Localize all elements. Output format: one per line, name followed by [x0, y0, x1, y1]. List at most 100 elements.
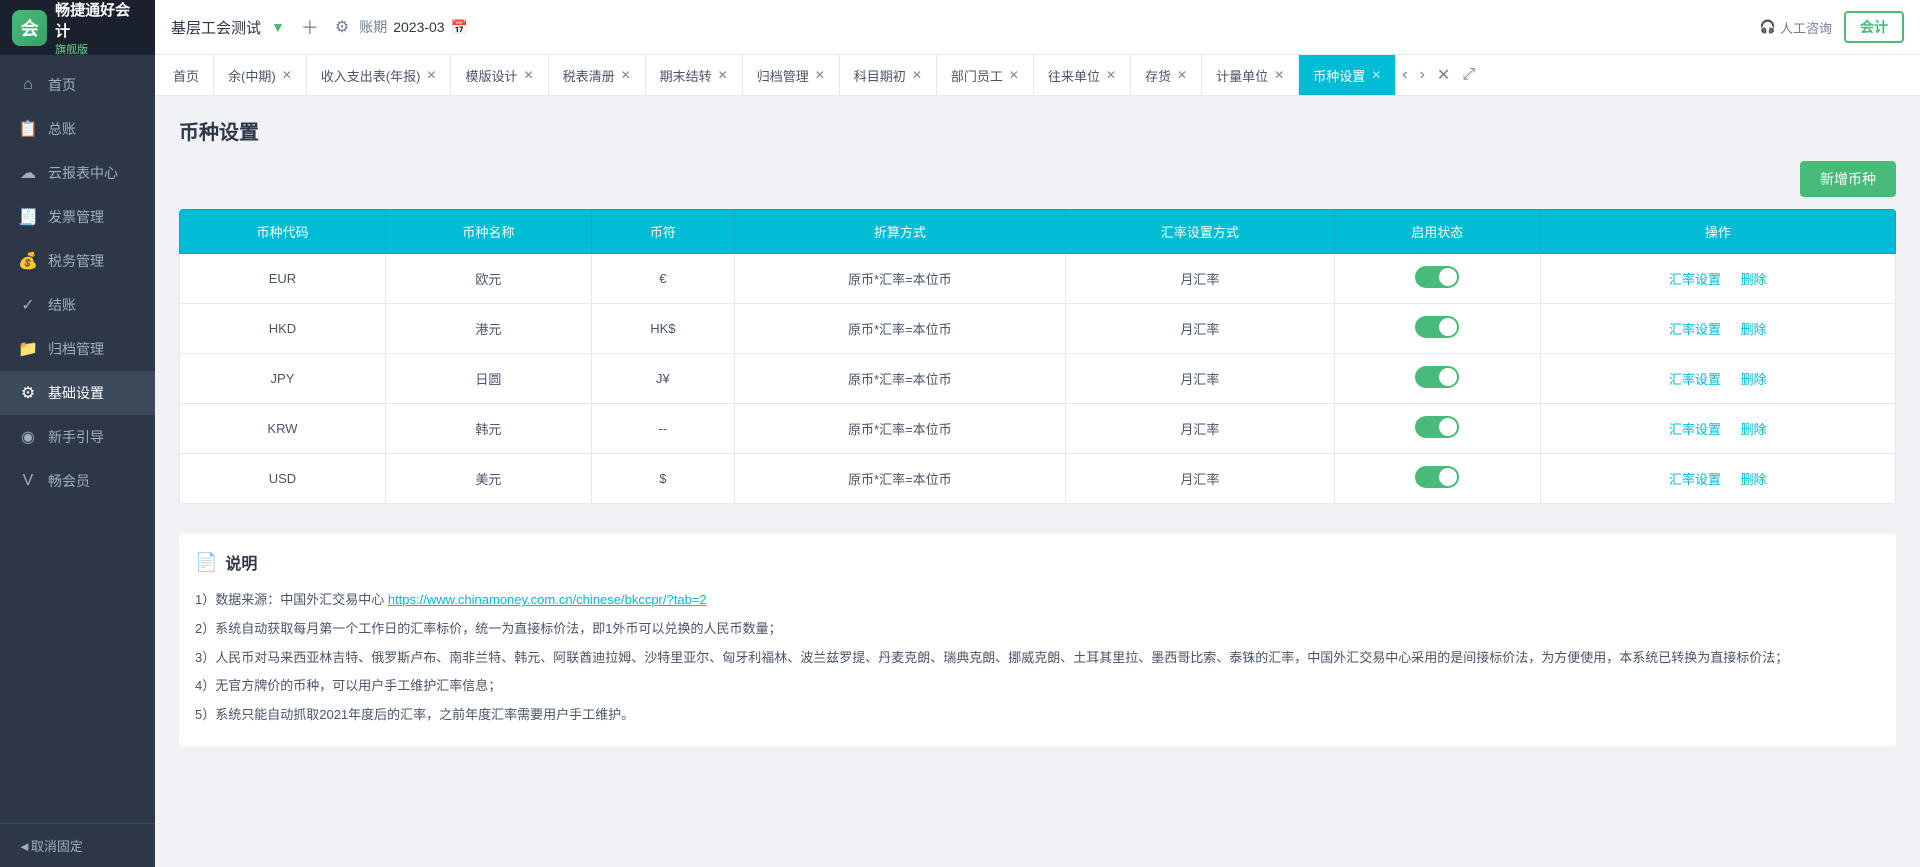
- rate-setting-link-HKD[interactable]: 汇率设置: [1669, 322, 1721, 337]
- sidebar-item-settings[interactable]: ⚙ 基础设置: [0, 371, 155, 415]
- calendar-icon[interactable]: 📅: [451, 19, 468, 36]
- tab-label-client: 往来单位: [1048, 66, 1100, 85]
- actions: 汇率设置 删除: [1540, 354, 1895, 404]
- sidebar-item-archive[interactable]: 📁 归档管理: [0, 327, 155, 371]
- archive-label: 归档管理: [48, 339, 104, 359]
- tab-label-currency: 币种设置: [1313, 66, 1365, 85]
- tab-close-all-icon[interactable]: ✕: [1431, 55, 1456, 95]
- tab-close-subject_init[interactable]: ✕: [912, 68, 922, 82]
- sidebar-item-member[interactable]: V 畅会员: [0, 459, 155, 503]
- table-header-4: 汇率设置方式: [1065, 210, 1334, 254]
- tab-next-icon[interactable]: ›: [1414, 55, 1431, 95]
- tab-unit[interactable]: 计量单位✕: [1202, 55, 1299, 95]
- actions: 汇率设置 删除: [1540, 254, 1895, 304]
- tab-close-dept[interactable]: ✕: [1009, 68, 1019, 82]
- invoice-label: 发票管理: [48, 207, 104, 227]
- tab-close-currency[interactable]: ✕: [1371, 68, 1381, 82]
- tab-dept[interactable]: 部门员工✕: [937, 55, 1034, 95]
- actions: 汇率设置 删除: [1540, 404, 1895, 454]
- rate-setting-link-KRW[interactable]: 汇率设置: [1669, 422, 1721, 437]
- table-row: HKD港元HK$原币*汇率=本位币月汇率 汇率设置 删除: [180, 304, 1896, 354]
- tab-income[interactable]: 收入支出表(年报)✕: [307, 55, 452, 95]
- delete-link-EUR[interactable]: 删除: [1741, 272, 1767, 287]
- tax-icon: 💰: [18, 251, 38, 271]
- delete-link-HKD[interactable]: 删除: [1741, 322, 1767, 337]
- rate-setting-link-USD[interactable]: 汇率设置: [1669, 472, 1721, 487]
- tab-close-unit[interactable]: ✕: [1274, 68, 1284, 82]
- sidebar-item-invoice[interactable]: 🧾 发票管理: [0, 195, 155, 239]
- ledger-icon: 📋: [18, 119, 38, 139]
- tab-close-balance[interactable]: ✕: [282, 68, 292, 82]
- table-header-1: 币种名称: [385, 210, 591, 254]
- currency-code: KRW: [180, 404, 386, 454]
- toggle-HKD[interactable]: [1415, 316, 1459, 338]
- tab-currency[interactable]: 币种设置 ✕: [1299, 55, 1396, 95]
- delete-link-USD[interactable]: 删除: [1741, 472, 1767, 487]
- settings-icon[interactable]: ⚙: [335, 17, 349, 37]
- tab-template[interactable]: 模版设计 ✕: [451, 55, 548, 95]
- delete-link-KRW[interactable]: 删除: [1741, 422, 1767, 437]
- toggle-USD[interactable]: [1415, 466, 1459, 488]
- logo-main: 畅捷通好会计: [55, 0, 143, 41]
- notes-item: 1）数据来源：中国外汇交易中心 https://www.chinamoney.c…: [195, 586, 1880, 615]
- enabled-status: [1334, 354, 1540, 404]
- company-dropdown-icon[interactable]: ▼: [271, 19, 285, 35]
- app-logo: 会 畅捷通好会计 旗舰版: [0, 0, 155, 55]
- tab-expand-icon[interactable]: ⤢: [1456, 55, 1481, 95]
- new-currency-button[interactable]: 新增币种: [1800, 161, 1896, 197]
- enabled-status: [1334, 254, 1540, 304]
- delete-link-JPY[interactable]: 删除: [1741, 372, 1767, 387]
- rate-method: 月汇率: [1065, 354, 1334, 404]
- tab-close-inventory[interactable]: ✕: [1177, 68, 1187, 82]
- rate-setting-link-JPY[interactable]: 汇率设置: [1669, 372, 1721, 387]
- account-button[interactable]: 会计: [1844, 11, 1904, 43]
- tab-archive[interactable]: 归档管理✕: [743, 55, 840, 95]
- tab-close-tax[interactable]: ✕: [621, 68, 631, 82]
- notes-item: 4）无官方牌价的币种，可以用户手工维护汇率信息；: [195, 672, 1880, 701]
- logo-text: 畅捷通好会计 旗舰版: [55, 0, 143, 57]
- add-tab-icon[interactable]: ＋: [295, 12, 325, 42]
- sidebar-item-settle[interactable]: ✓ 结账: [0, 283, 155, 327]
- tab-close-client[interactable]: ✕: [1106, 68, 1116, 82]
- tab-bar: 首页余(中期)✕收入支出表(年报)✕模版设计✕税表清册✕期末结转✕归档管理✕科目…: [155, 55, 1920, 96]
- ledger-label: 总账: [48, 119, 76, 139]
- tab-close-template[interactable]: ✕: [524, 68, 534, 82]
- currency-symbol: HK$: [591, 304, 734, 354]
- tab-balance[interactable]: 余(中期)✕: [214, 55, 307, 95]
- tab-tax[interactable]: 税表清册✕: [549, 55, 646, 95]
- tab-client[interactable]: 往来单位 ✕: [1034, 55, 1131, 95]
- calc-method: 原币*汇率=本位币: [734, 354, 1065, 404]
- sidebar-item-tax[interactable]: 💰 税务管理: [0, 239, 155, 283]
- tab-label-template: 模版设计: [465, 66, 517, 85]
- help-button[interactable]: 🎧 人工咨询: [1760, 18, 1832, 37]
- tab-close-income[interactable]: ✕: [426, 68, 436, 82]
- tab-period_end[interactable]: 期末结转✕: [646, 55, 743, 95]
- table-row: KRW韩元--原币*汇率=本位币月汇率 汇率设置 删除: [180, 404, 1896, 454]
- notes-link[interactable]: https://www.chinamoney.com.cn/chinese/bk…: [388, 592, 707, 607]
- period-value: 2023-03: [393, 19, 444, 35]
- notes-icon: 📄: [195, 552, 217, 573]
- tab-label-inventory: 存货: [1145, 66, 1171, 85]
- toggle-JPY[interactable]: [1415, 366, 1459, 388]
- currency-name: 韩元: [385, 404, 591, 454]
- sidebar-item-home[interactable]: ⌂ 首页: [0, 63, 155, 107]
- tab-close-archive[interactable]: ✕: [815, 68, 825, 82]
- rate-method: 月汇率: [1065, 404, 1334, 454]
- calc-method: 原币*汇率=本位币: [734, 404, 1065, 454]
- currency-code: HKD: [180, 304, 386, 354]
- calc-method: 原币*汇率=本位币: [734, 304, 1065, 354]
- sidebar-item-ledger[interactable]: 📋 总账: [0, 107, 155, 151]
- toggle-KRW[interactable]: [1415, 416, 1459, 438]
- rate-setting-link-EUR[interactable]: 汇率设置: [1669, 272, 1721, 287]
- calc-method: 原币*汇率=本位币: [734, 454, 1065, 504]
- sidebar-item-reports[interactable]: ☁ 云报表中心: [0, 151, 155, 195]
- notes-section: 📄 说明 1）数据来源：中国外汇交易中心 https://www.chinamo…: [179, 534, 1896, 746]
- tab-close-period_end[interactable]: ✕: [718, 68, 728, 82]
- tab-inventory[interactable]: 存货 ✕: [1131, 55, 1202, 95]
- tab-subject_init[interactable]: 科目期初✕: [840, 55, 937, 95]
- tab-home[interactable]: 首页: [159, 55, 214, 95]
- toggle-EUR[interactable]: [1415, 266, 1459, 288]
- sidebar-cancel-pin[interactable]: ◄取消固定: [0, 823, 155, 867]
- tab-prev-icon[interactable]: ‹: [1396, 55, 1413, 95]
- sidebar-item-guide[interactable]: ◉ 新手引导: [0, 415, 155, 459]
